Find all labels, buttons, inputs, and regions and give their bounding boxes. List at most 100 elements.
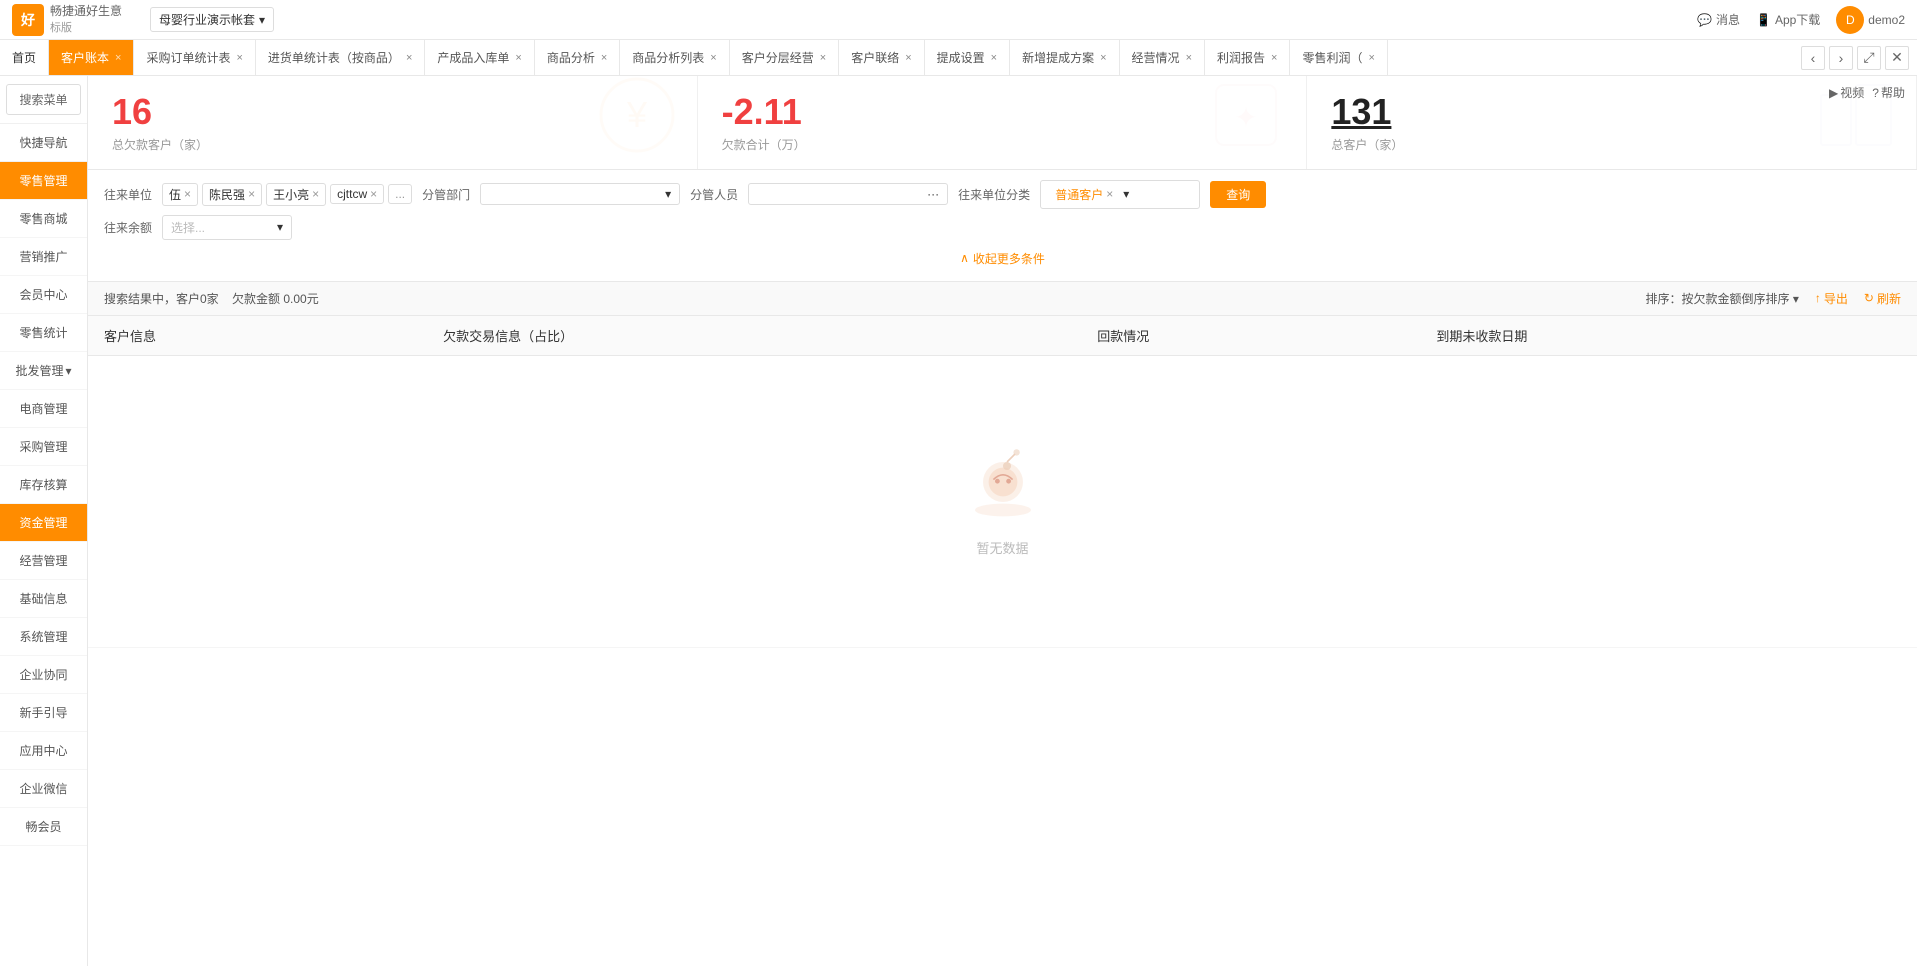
close-icon[interactable]: × [1368,52,1374,64]
sidebar-item-finance[interactable]: 资金管理 [0,504,87,542]
filter-tag-wang[interactable]: 王小亮 × [266,183,326,206]
tab-profit-report[interactable]: 利润报告 × [1205,40,1290,76]
sidebar-item-app-center[interactable]: 应用中心 [0,732,87,770]
filter-tag-chen[interactable]: 陈民强 × [202,183,262,206]
close-icon[interactable]: × [1186,52,1192,64]
remove-tag-wang[interactable]: × [312,187,319,201]
message-button[interactable]: 💬 消息 [1697,11,1740,28]
tab-close-all-button[interactable]: ✕ [1885,46,1909,70]
collapse-label: 收起更多条件 [973,250,1045,267]
export-button[interactable]: ↑ 导出 [1815,290,1848,307]
filter-tag-more[interactable]: ... [388,184,412,204]
stat-all-customers-value: 131 [1331,92,1391,132]
close-icon[interactable]: × [1100,52,1106,64]
stat-debt-total: ✦ -2.11 欠款合计（万） [698,76,1308,169]
tab-customer-contact[interactable]: 客户联络 × [839,40,924,76]
sidebar-item-enterprise[interactable]: 企业协同 [0,656,87,694]
filter-tag-wu[interactable]: 伍 × [162,183,198,206]
unit-type-tag[interactable]: 普通客户 × [1049,184,1119,205]
sort-text: 排序：按欠款金额倒序排序 ▾ [1646,290,1799,307]
sidebar-item-wholesale[interactable]: 批发管理 ▾ [0,352,87,390]
close-icon[interactable]: × [905,52,911,64]
sidebar-item-system[interactable]: 系统管理 [0,618,87,656]
stat-total-customers: ¥ 16 总欠款客户（家） [88,76,698,169]
query-button[interactable]: 查询 [1210,181,1266,208]
video-button[interactable]: ▶ 视频 [1829,84,1864,101]
person-select[interactable]: ··· [748,183,948,205]
app-download-button[interactable]: 📱 App下载 [1756,11,1820,28]
help-label: 帮助 [1881,84,1905,101]
tab-label: 产成品入库单 [437,49,509,66]
tab-customer-tier[interactable]: 客户分层经营 × [730,40,839,76]
sidebar-item-marketing[interactable]: 营销推广 [0,238,87,276]
close-icon[interactable]: × [236,52,242,64]
tab-label: 采购订单统计表 [146,49,230,66]
tab-prev-button[interactable]: ‹ [1801,46,1825,70]
sidebar-item-basic-info[interactable]: 基础信息 [0,580,87,618]
tab-product-analysis[interactable]: 商品分析 × [535,40,620,76]
remove-tag-wu[interactable]: × [184,187,191,201]
dept-select[interactable]: ▾ [480,183,680,205]
close-icon[interactable]: × [601,52,607,64]
sidebar-item-member[interactable]: 会员中心 [0,276,87,314]
dept-label: 分管部门 [422,186,470,203]
tab-product-inbound[interactable]: 产成品入库单 × [425,40,534,76]
debt-bg-icon: ✦ [1206,76,1286,169]
sidebar-item-inventory[interactable]: 库存核算 [0,466,87,504]
debt-summary-text: 欠款金额 0.00元 [232,292,319,306]
tab-home[interactable]: 首页 [0,40,49,76]
sidebar-item-retail-mall[interactable]: 零售商城 [0,200,87,238]
header-right: 💬 消息 📱 App下载 D demo2 [1697,6,1905,34]
sidebar-item-guide[interactable]: 新手引导 [0,694,87,732]
remove-unit-type[interactable]: × [1106,187,1113,201]
store-name: 母婴行业演示帐套 [159,11,255,28]
tab-label: 客户分层经营 [742,49,814,66]
tab-commission-setting[interactable]: 提成设置 × [925,40,1010,76]
sidebar-item-operations[interactable]: 经营管理 [0,542,87,580]
col-repayment: 回款情况 [1081,316,1420,356]
store-select[interactable]: 母婴行业演示帐套 ▾ [150,7,274,32]
sidebar-item-retail[interactable]: 零售管理 [0,162,87,200]
close-icon[interactable]: × [820,52,826,64]
refresh-button[interactable]: ↻ 刷新 [1864,290,1901,307]
search-menu-button[interactable]: 搜索菜单 [6,84,81,115]
remove-tag-cjttcw[interactable]: × [370,187,377,201]
chevron-down-icon: ▾ [665,187,671,201]
sidebar-item-member2[interactable]: 畅会员 [0,808,87,846]
tab-operations[interactable]: 经营情况 × [1120,40,1205,76]
tab-product-analysis-list[interactable]: 商品分析列表 × [620,40,729,76]
help-button[interactable]: ? 帮助 [1872,84,1905,101]
filter-row-2: 往来余额 选择... ▾ [104,215,1901,240]
balance-select[interactable]: 选择... ▾ [162,215,292,240]
tab-stock-stats[interactable]: 进货单统计表（按商品） × [256,40,425,76]
sidebar-item-purchase[interactable]: 采购管理 [0,428,87,466]
tab-customer-ledger[interactable]: 客户账本 × [49,40,134,76]
tab-purchase-order-stats[interactable]: 采购订单统计表 × [134,40,255,76]
tab-label: 客户联络 [851,49,899,66]
close-icon[interactable]: × [406,52,412,64]
tab-expand-button[interactable]: ⤢ [1857,46,1881,70]
sidebar-item-ecommerce[interactable]: 电商管理 [0,390,87,428]
unit-type-select[interactable]: 普通客户 × ▾ [1040,180,1200,209]
sidebar-item-quick-nav[interactable]: 快捷导航 [0,124,87,162]
result-bar-right: 排序：按欠款金额倒序排序 ▾ ↑ 导出 ↻ 刷新 [1646,290,1901,307]
sidebar-item-retail-stats[interactable]: 零售统计 [0,314,87,352]
close-icon[interactable]: × [1271,52,1277,64]
tab-next-button[interactable]: › [1829,46,1853,70]
close-icon[interactable]: × [710,52,716,64]
svg-text:✦: ✦ [1235,102,1258,133]
tab-label: 新增提成方案 [1022,49,1094,66]
sidebar-item-wechat[interactable]: 企业微信 [0,770,87,808]
tab-retail-profit[interactable]: 零售利润（ × [1290,40,1387,76]
collapse-button[interactable]: ∧ 收起更多条件 [104,246,1901,271]
stat-customers-value: 16 [112,92,152,132]
remove-tag-chen[interactable]: × [248,187,255,201]
user-menu[interactable]: D demo2 [1836,6,1905,34]
person-label: 分管人员 [690,186,738,203]
stat-all-customers-label: 总客户（家） [1331,136,1403,153]
filter-tag-cjttcw[interactable]: cjttcw × [330,184,384,204]
close-icon[interactable]: × [515,52,521,64]
tab-add-commission[interactable]: 新增提成方案 × [1010,40,1119,76]
close-icon[interactable]: × [991,52,997,64]
close-icon[interactable]: × [115,52,121,64]
